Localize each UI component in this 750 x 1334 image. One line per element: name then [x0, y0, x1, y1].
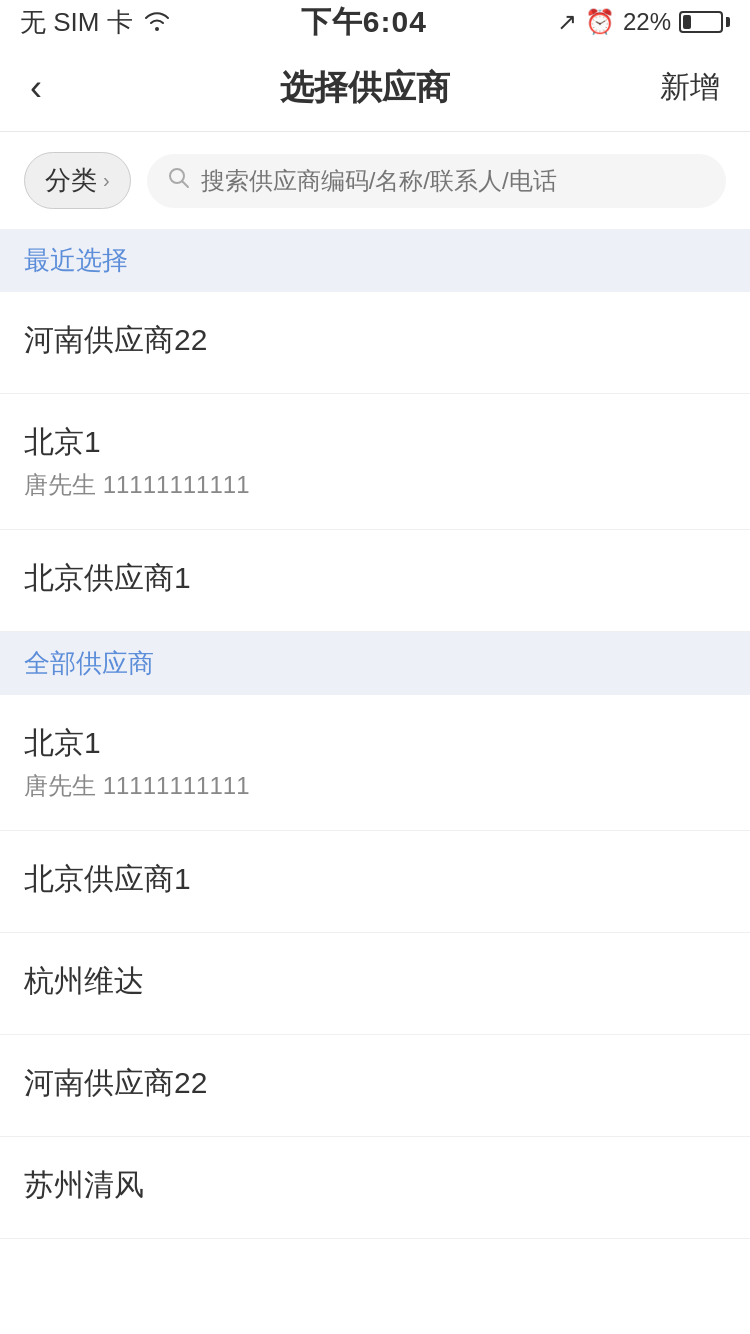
- status-time: 下午6:04: [301, 2, 427, 43]
- location-icon: ↗: [557, 8, 577, 36]
- item-sub: 唐先生 11111111111: [24, 770, 726, 802]
- recent-section-header: 最近选择: [0, 229, 750, 292]
- item-name: 北京供应商1: [24, 558, 726, 599]
- item-name: 河南供应商22: [24, 1063, 726, 1104]
- alarm-icon: ⏰: [585, 8, 615, 36]
- sim-status: 无 SIM 卡: [20, 5, 133, 40]
- category-label: 分类: [45, 163, 97, 198]
- list-item[interactable]: 苏州清风: [0, 1137, 750, 1239]
- battery-percent: 22%: [623, 8, 671, 36]
- recent-list: 河南供应商22 北京1 唐先生 11111111111 北京供应商1: [0, 292, 750, 632]
- category-button[interactable]: 分类 ›: [24, 152, 131, 209]
- all-list: 北京1 唐先生 11111111111 北京供应商1 杭州维达河南供应商22 苏州清风: [0, 695, 750, 1239]
- all-section-label: 全部供应商: [24, 648, 154, 678]
- nav-bar: ‹ 选择供应商 新增: [0, 44, 750, 132]
- wifi-icon: [143, 7, 171, 38]
- chevron-right-icon: ›: [103, 169, 110, 192]
- filter-bar: 分类 ›: [0, 132, 750, 229]
- list-item[interactable]: 北京1 唐先生 11111111111: [0, 394, 750, 530]
- list-item[interactable]: 河南供应商22: [0, 1035, 750, 1137]
- all-section-header: 全部供应商: [0, 632, 750, 695]
- list-item[interactable]: 北京供应商1: [0, 530, 750, 632]
- item-name: 北京1: [24, 723, 726, 764]
- svg-line-1: [182, 181, 188, 187]
- status-right: ↗ ⏰ 22%: [557, 8, 730, 36]
- status-bar: 无 SIM 卡 下午6:04 ↗ ⏰ 22%: [0, 0, 750, 44]
- item-name: 杭州维达: [24, 961, 726, 1002]
- status-left: 无 SIM 卡: [20, 5, 171, 40]
- item-name: 北京供应商1: [24, 859, 726, 900]
- list-item[interactable]: 北京1 唐先生 11111111111: [0, 695, 750, 831]
- item-sub: 唐先生 11111111111: [24, 469, 726, 501]
- recent-section-label: 最近选择: [24, 245, 128, 275]
- list-item[interactable]: 北京供应商1: [0, 831, 750, 933]
- search-box[interactable]: [147, 154, 726, 208]
- battery-icon: [679, 11, 730, 33]
- list-item[interactable]: 杭州维达: [0, 933, 750, 1035]
- add-button[interactable]: 新增: [640, 67, 720, 108]
- item-name: 北京1: [24, 422, 726, 463]
- item-name: 苏州清风: [24, 1165, 726, 1206]
- item-name: 河南供应商22: [24, 320, 726, 361]
- search-icon: [167, 166, 191, 196]
- list-item[interactable]: 河南供应商22: [0, 292, 750, 394]
- search-input[interactable]: [201, 167, 706, 195]
- page-title: 选择供应商: [280, 65, 450, 111]
- back-button[interactable]: ‹: [30, 67, 90, 109]
